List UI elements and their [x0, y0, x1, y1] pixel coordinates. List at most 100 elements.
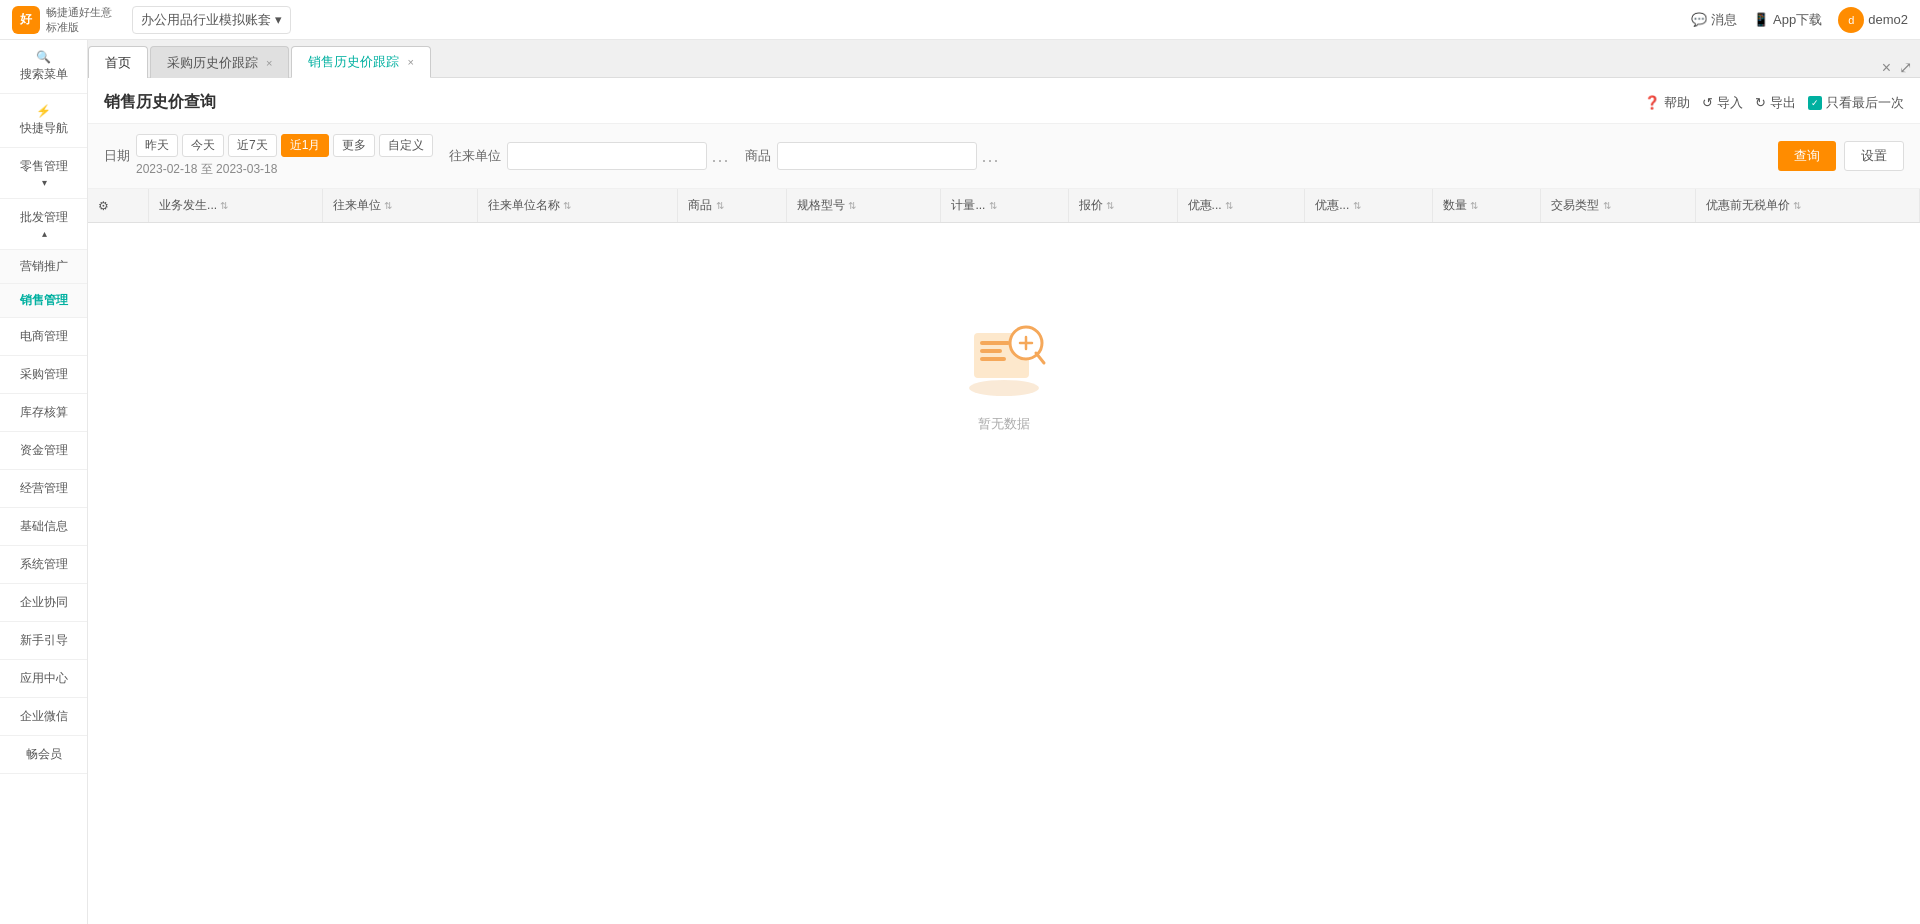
- product-label: 商品: [745, 147, 771, 165]
- col-unit[interactable]: 计量... ⇅: [941, 189, 1069, 223]
- date-filters: 昨天 今天 近7天 近1月 更多 自定义: [136, 134, 433, 157]
- export-icon: ↻: [1755, 95, 1766, 110]
- sidebar-item-app-center[interactable]: 应用中心: [0, 660, 87, 698]
- topbar-left: 好 畅捷通好生意 标准版 办公用品行业模拟账套 ▾: [12, 5, 291, 34]
- app-selector[interactable]: 办公用品行业模拟账套 ▾: [132, 6, 291, 34]
- empty-text: 暂无数据: [978, 415, 1030, 433]
- page-header: 销售历史价查询 ❓ 帮助 ↺ 导入 ↻ 导出: [88, 78, 1920, 124]
- sidebar-item-system-mgmt[interactable]: 系统管理: [0, 546, 87, 584]
- svg-point-0: [969, 380, 1039, 396]
- tab-sales-history[interactable]: 销售历史价跟踪 ×: [291, 46, 430, 78]
- sort-icon: ⇅: [384, 200, 392, 211]
- col-pretax-price[interactable]: 优惠前无税单价 ⇅: [1696, 189, 1920, 223]
- maximize-window-button[interactable]: ⤢: [1899, 58, 1912, 77]
- sidebar-item-enterprise-wechat[interactable]: 企业微信: [0, 698, 87, 736]
- sort-icon: ⇅: [563, 200, 571, 211]
- product-search-group: 商品 ...: [745, 142, 999, 170]
- product-input-group: ...: [777, 142, 999, 170]
- import-button[interactable]: ↺ 导入: [1702, 94, 1743, 112]
- product-input[interactable]: [777, 142, 977, 170]
- export-button[interactable]: ↻ 导出: [1755, 94, 1796, 112]
- date-search-group: 日期 昨天 今天 近7天 近1月 更多 自定义 2023-02-18 至 202…: [104, 134, 433, 178]
- sidebar-item-purchase-mgmt[interactable]: 采购管理: [0, 356, 87, 394]
- sidebar-item-retail-mgmt[interactable]: 零售管理 ▾: [0, 148, 87, 199]
- date-more-btn[interactable]: 更多: [333, 134, 375, 157]
- settings-button[interactable]: 设置: [1844, 141, 1904, 171]
- sidebar-item-inventory[interactable]: 库存核算: [0, 394, 87, 432]
- sidebar-item-sales-mgmt[interactable]: 销售管理: [0, 284, 87, 318]
- partner-input[interactable]: [507, 142, 707, 170]
- avatar: d: [1838, 7, 1864, 33]
- col-partner-code[interactable]: 往来单位 ⇅: [323, 189, 478, 223]
- col-product[interactable]: 商品 ⇅: [678, 189, 786, 223]
- partner-label: 往来单位: [449, 147, 501, 165]
- date-yesterday-btn[interactable]: 昨天: [136, 134, 178, 157]
- sidebar-item-ecommerce-mgmt[interactable]: 电商管理: [0, 318, 87, 356]
- sidebar-item-search-menu[interactable]: 🔍 搜索菜单: [0, 40, 87, 94]
- content-area: 首页 采购历史价跟踪 × 销售历史价跟踪 × × ⤢ 销售历史价查询: [88, 40, 1920, 924]
- sort-icon: ⇅: [1793, 200, 1801, 211]
- tab-close-sales[interactable]: ×: [407, 56, 413, 68]
- search-actions: 查询 设置: [1778, 141, 1904, 171]
- message-icon: 💬: [1691, 12, 1707, 27]
- sort-icon: ⇅: [1470, 200, 1478, 211]
- logo-icon: 好: [12, 6, 40, 34]
- help-button[interactable]: ❓ 帮助: [1644, 94, 1690, 112]
- tab-home[interactable]: 首页: [88, 46, 148, 78]
- topbar-right: 💬 消息 📱 App下载 d demo2: [1691, 7, 1908, 33]
- sidebar-item-marketing[interactable]: 营销推广: [0, 250, 87, 284]
- col-quantity[interactable]: 数量 ⇅: [1432, 189, 1540, 223]
- only-last-checkbox[interactable]: 只看最后一次: [1808, 94, 1904, 112]
- date-today-btn[interactable]: 今天: [182, 134, 224, 157]
- col-gear[interactable]: ⚙: [88, 189, 149, 223]
- chevron-up-icon: ▴: [42, 228, 47, 239]
- chevron-down-icon: ▾: [275, 12, 282, 27]
- chevron-down-icon: ▾: [42, 177, 47, 188]
- sidebar-item-wholesale-mgmt[interactable]: 批发管理 ▴: [0, 199, 87, 250]
- help-icon: ❓: [1644, 95, 1660, 110]
- sidebar-item-basic-info[interactable]: 基础信息: [0, 508, 87, 546]
- col-biz-date[interactable]: 业务发生... ⇅: [149, 189, 323, 223]
- date-last7-btn[interactable]: 近7天: [228, 134, 277, 157]
- col-quote-price[interactable]: 报价 ⇅: [1069, 189, 1177, 223]
- date-label: 日期: [104, 147, 130, 165]
- page-title: 销售历史价查询: [104, 92, 216, 113]
- user-menu[interactable]: d demo2: [1838, 7, 1908, 33]
- col-discount1[interactable]: 优惠... ⇅: [1177, 189, 1305, 223]
- date-last1m-btn[interactable]: 近1月: [281, 134, 330, 157]
- tab-purchase-history[interactable]: 采购历史价跟踪 ×: [150, 46, 289, 78]
- query-button[interactable]: 查询: [1778, 141, 1836, 171]
- col-discount2[interactable]: 优惠... ⇅: [1305, 189, 1433, 223]
- sort-icon: ⇅: [220, 200, 228, 211]
- col-partner-name[interactable]: 往来单位名称 ⇅: [477, 189, 678, 223]
- message-button[interactable]: 💬 消息: [1691, 11, 1737, 29]
- sort-icon: ⇅: [1353, 200, 1361, 211]
- sort-icon: ⇅: [716, 200, 724, 211]
- col-spec[interactable]: 规格型号 ⇅: [786, 189, 941, 223]
- app-download-button[interactable]: 📱 App下载: [1753, 11, 1822, 29]
- partner-dots-button[interactable]: ...: [711, 147, 729, 165]
- tab-close-purchase[interactable]: ×: [266, 57, 272, 69]
- col-trade-type[interactable]: 交易类型 ⇅: [1541, 189, 1696, 223]
- main-layout: 🔍 搜索菜单 ⚡ 快捷导航 零售管理 ▾ 批发管理 ▴ 营销推广 销售管理 电商…: [0, 40, 1920, 924]
- sidebar-item-quick-nav[interactable]: ⚡ 快捷导航: [0, 94, 87, 148]
- sort-icon: ⇅: [989, 200, 997, 211]
- sidebar-item-operations-mgmt[interactable]: 经营管理: [0, 470, 87, 508]
- search-icon: 🔍: [36, 50, 51, 64]
- svg-rect-4: [980, 357, 1006, 361]
- sidebar-item-finance-mgmt[interactable]: 资金管理: [0, 432, 87, 470]
- product-dots-button[interactable]: ...: [981, 147, 999, 165]
- close-window-button[interactable]: ×: [1882, 59, 1891, 77]
- svg-rect-3: [980, 349, 1002, 353]
- svg-rect-2: [980, 341, 1010, 345]
- page-header-actions: ❓ 帮助 ↺ 导入 ↻ 导出 只看最后一次: [1644, 94, 1904, 112]
- sidebar-item-member[interactable]: 畅会员: [0, 736, 87, 774]
- partner-input-group: ...: [507, 142, 729, 170]
- date-custom-btn[interactable]: 自定义: [379, 134, 433, 157]
- sidebar-item-enterprise-collab[interactable]: 企业协同: [0, 584, 87, 622]
- import-icon: ↺: [1702, 95, 1713, 110]
- sidebar-item-new-guide[interactable]: 新手引导: [0, 622, 87, 660]
- checkbox-checked-icon: [1808, 96, 1822, 110]
- table-header: ⚙ 业务发生... ⇅ 往来单位 ⇅ 往来单位名称: [88, 189, 1920, 223]
- sort-icon: ⇅: [1603, 200, 1611, 211]
